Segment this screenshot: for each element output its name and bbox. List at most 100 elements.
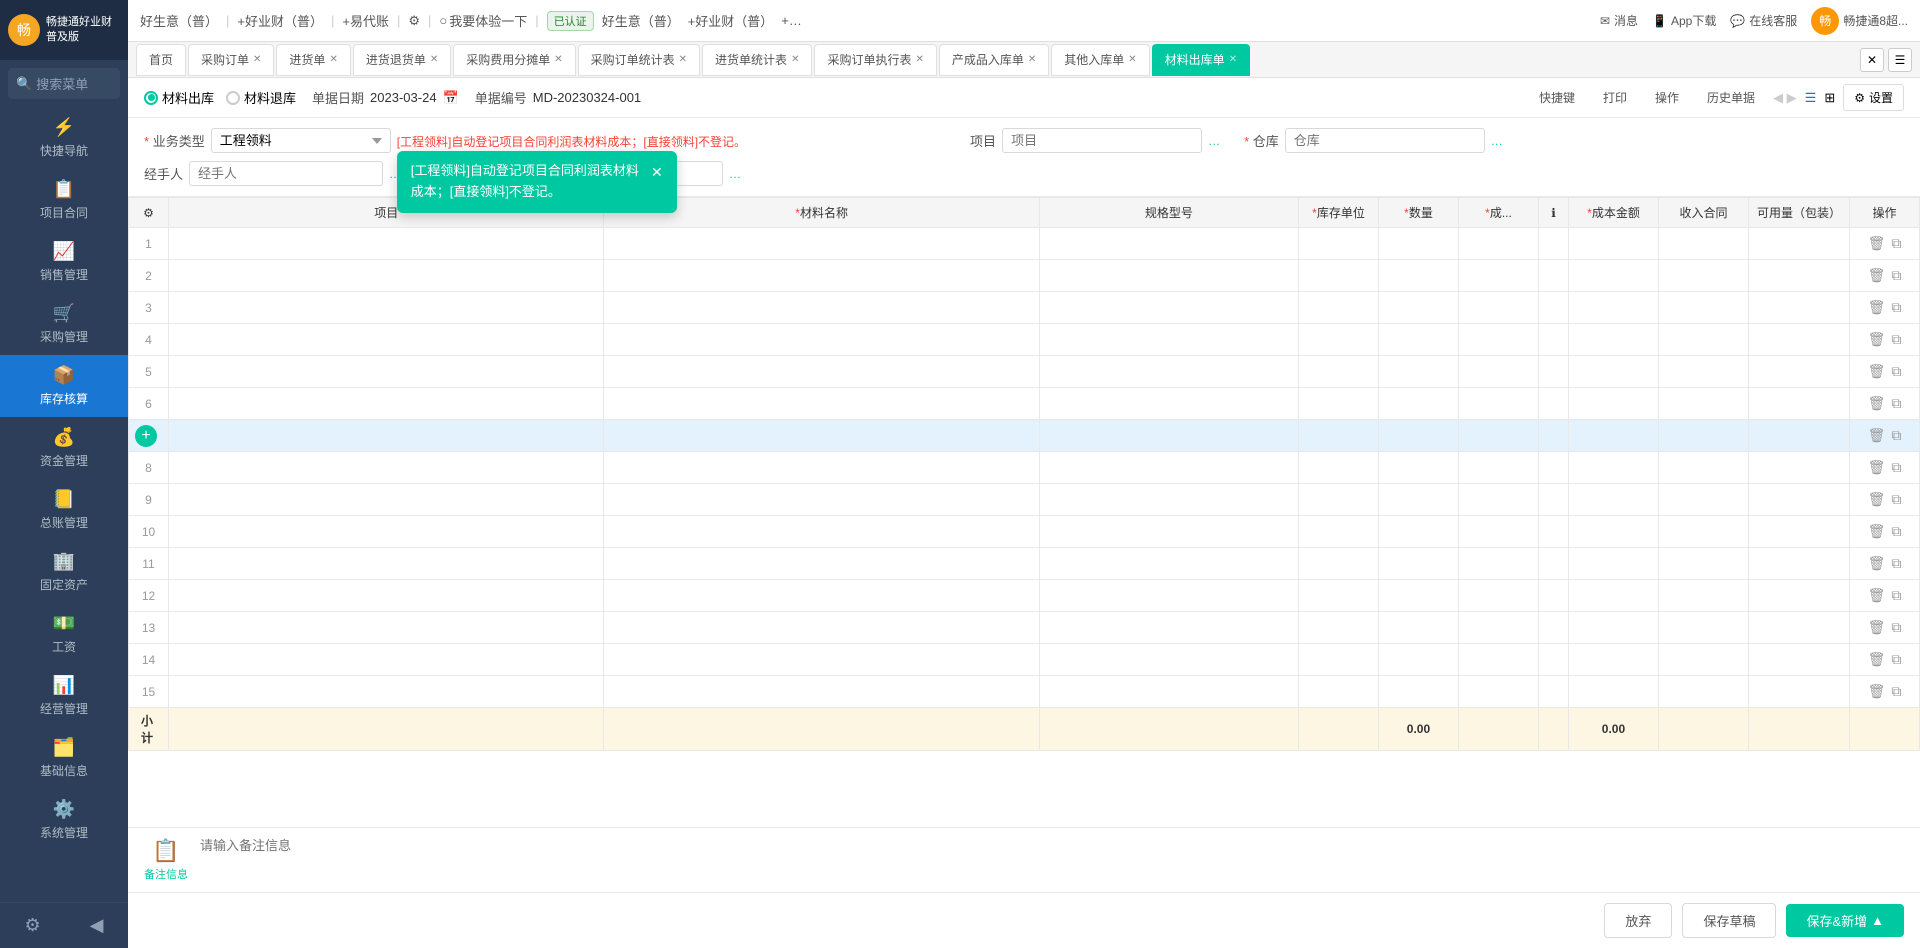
copy-icon[interactable]: ⧉: [1891, 427, 1901, 444]
cell-info[interactable]: [1538, 324, 1568, 356]
cell-cost-amt[interactable]: [1568, 516, 1658, 548]
tab-purchase-order[interactable]: 采购订单 ✕: [188, 44, 274, 76]
delete-icon[interactable]: 🗑: [1868, 555, 1886, 572]
delete-icon[interactable]: 🗑: [1868, 619, 1886, 636]
cell-cost-amt[interactable]: [1568, 676, 1658, 708]
cell-project[interactable]: [169, 356, 604, 388]
topbar-haoyecai2[interactable]: +好业财（普）: [688, 11, 774, 30]
sidebar-item-salary[interactable]: 💵 工资: [0, 603, 128, 665]
cell-qty[interactable]: [1378, 260, 1458, 292]
cell-avail[interactable]: [1748, 324, 1849, 356]
cell-cost-amt[interactable]: [1568, 420, 1658, 452]
cell-spec[interactable]: [1039, 324, 1298, 356]
cell-unit[interactable]: [1298, 260, 1378, 292]
cell-cost-amt[interactable]: [1568, 228, 1658, 260]
sidebar-item-system[interactable]: ⚙️ 系统管理: [0, 789, 128, 851]
cell-qty[interactable]: [1378, 324, 1458, 356]
tab-goods-stats[interactable]: 进货单统计表 ✕: [702, 44, 812, 76]
cell-project[interactable]: [169, 292, 604, 324]
cell-project[interactable]: [169, 516, 604, 548]
tab-home[interactable]: 首页: [136, 44, 186, 76]
warehouse-dots-btn[interactable]: …: [1491, 134, 1503, 148]
cell-income[interactable]: [1658, 612, 1748, 644]
cell-spec[interactable]: [1039, 388, 1298, 420]
cell-cost[interactable]: [1458, 612, 1538, 644]
cell-material[interactable]: [604, 484, 1039, 516]
tab-close-goods-in[interactable]: ✕: [329, 54, 337, 65]
topbar-online-service[interactable]: 💬 在线客服: [1730, 12, 1797, 29]
sidebar-settings-btn[interactable]: ⚙: [21, 911, 45, 940]
copy-icon[interactable]: ⧉: [1891, 619, 1901, 636]
discard-button[interactable]: 放弃: [1604, 903, 1672, 938]
cell-avail[interactable]: [1748, 580, 1849, 612]
cell-spec[interactable]: [1039, 516, 1298, 548]
copy-icon[interactable]: ⧉: [1891, 235, 1901, 252]
cell-material[interactable]: [604, 612, 1039, 644]
cell-info[interactable]: [1538, 676, 1568, 708]
cell-unit[interactable]: [1298, 452, 1378, 484]
radio-material-return[interactable]: 材料退库: [226, 88, 296, 107]
cell-qty[interactable]: [1378, 612, 1458, 644]
cell-unit[interactable]: [1298, 516, 1378, 548]
cell-cost-amt[interactable]: [1568, 388, 1658, 420]
cell-income[interactable]: [1658, 260, 1748, 292]
tab-other-in[interactable]: 其他入库单 ✕: [1051, 44, 1149, 76]
copy-icon[interactable]: ⧉: [1891, 395, 1901, 412]
cell-unit[interactable]: [1298, 228, 1378, 260]
cell-income[interactable]: [1658, 452, 1748, 484]
tab-close-goods-return[interactable]: ✕: [430, 54, 438, 65]
topbar-haoshengyi2[interactable]: 好生意（普）: [602, 11, 680, 30]
tab-purchase-exec[interactable]: 采购订单执行表 ✕: [814, 44, 936, 76]
cell-avail[interactable]: [1748, 356, 1849, 388]
cell-cost[interactable]: [1458, 452, 1538, 484]
cell-info[interactable]: [1538, 292, 1568, 324]
cell-cost-amt[interactable]: [1568, 292, 1658, 324]
cell-cost-amt[interactable]: [1568, 612, 1658, 644]
cell-cost[interactable]: [1458, 292, 1538, 324]
cell-cost[interactable]: [1458, 516, 1538, 548]
cell-material[interactable]: [604, 388, 1039, 420]
cell-qty[interactable]: [1378, 644, 1458, 676]
history-btn[interactable]: 历史单据: [1697, 85, 1765, 110]
cell-income[interactable]: [1658, 676, 1748, 708]
sidebar-item-ledger[interactable]: 📒 总账管理: [0, 479, 128, 541]
cell-material[interactable]: [604, 324, 1039, 356]
cell-project[interactable]: [169, 228, 604, 260]
cell-cost-amt[interactable]: [1568, 580, 1658, 612]
save-new-button[interactable]: 保存&新增 ▲: [1786, 904, 1904, 937]
topbar-haoyecai[interactable]: +好业财（普）: [237, 11, 323, 30]
topbar-app-download[interactable]: 📱 App下载: [1652, 12, 1716, 29]
add-row-button[interactable]: +: [135, 425, 157, 447]
cell-project[interactable]: [169, 484, 604, 516]
cell-unit[interactable]: [1298, 324, 1378, 356]
cell-avail[interactable]: [1748, 228, 1849, 260]
cell-income[interactable]: [1658, 324, 1748, 356]
operation-btn[interactable]: 操作: [1645, 85, 1689, 110]
cell-project[interactable]: [169, 420, 604, 452]
cell-project[interactable]: [169, 324, 604, 356]
copy-icon[interactable]: ⧉: [1891, 331, 1901, 348]
delete-icon[interactable]: 🗑: [1868, 299, 1886, 316]
delete-icon[interactable]: 🗑: [1868, 267, 1886, 284]
sidebar-item-inventory[interactable]: 📦 库存核算: [0, 355, 128, 417]
cell-income[interactable]: [1658, 356, 1748, 388]
cell-avail[interactable]: [1748, 452, 1849, 484]
cell-spec[interactable]: [1039, 548, 1298, 580]
tooltip-close-btn[interactable]: ✕: [651, 161, 663, 183]
radio-material-out[interactable]: 材料出库: [144, 88, 214, 107]
delete-icon[interactable]: 🗑: [1868, 235, 1886, 252]
cell-unit[interactable]: [1298, 388, 1378, 420]
cell-income[interactable]: [1658, 292, 1748, 324]
sidebar-item-purchase[interactable]: 🛒 采购管理: [0, 293, 128, 355]
cell-project[interactable]: [169, 644, 604, 676]
cell-avail[interactable]: [1748, 644, 1849, 676]
copy-icon[interactable]: ⧉: [1891, 555, 1901, 572]
copy-icon[interactable]: ⧉: [1891, 523, 1901, 540]
cell-spec[interactable]: [1039, 676, 1298, 708]
cell-qty[interactable]: [1378, 548, 1458, 580]
topbar-more[interactable]: +…: [781, 13, 802, 28]
cell-info[interactable]: [1538, 644, 1568, 676]
tab-close-purchase-stats[interactable]: ✕: [679, 54, 687, 65]
cell-cost-amt[interactable]: [1568, 484, 1658, 516]
cell-unit[interactable]: [1298, 356, 1378, 388]
